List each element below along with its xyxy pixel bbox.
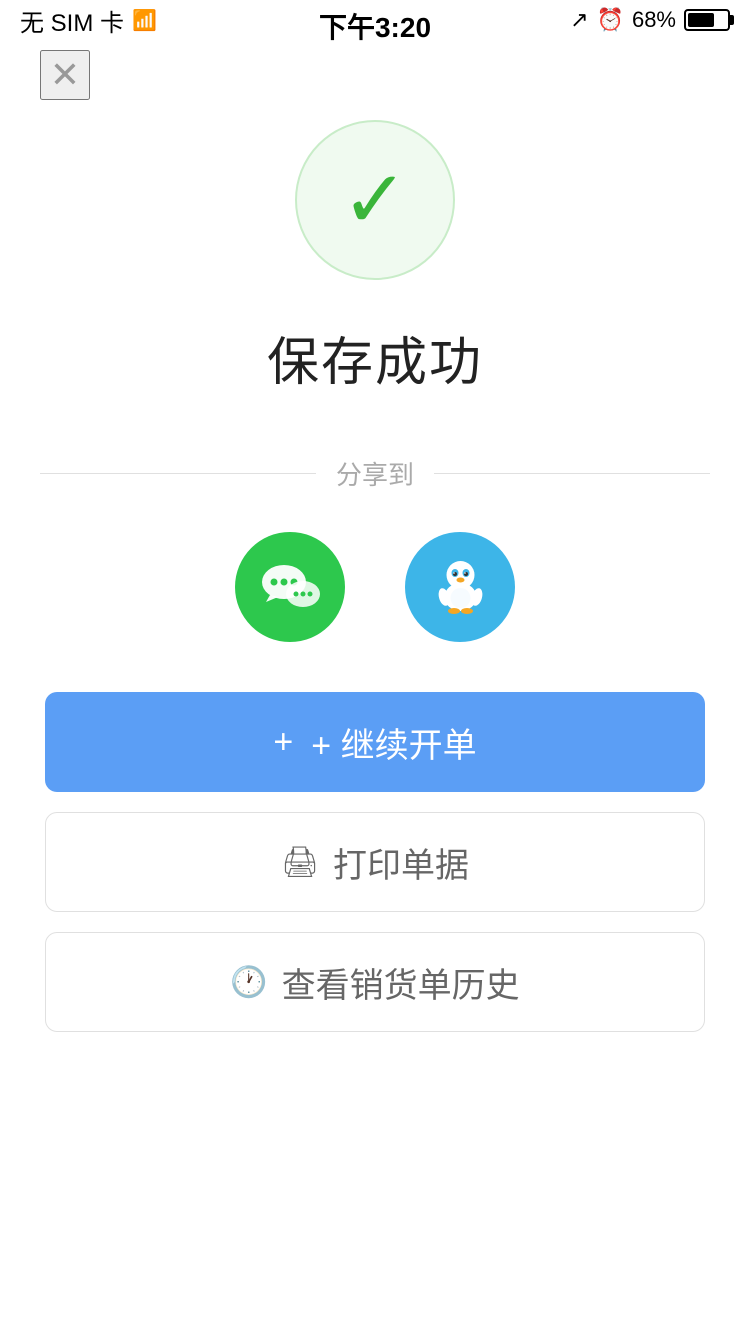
share-label: 分享到	[336, 455, 414, 492]
share-divider-row: 分享到	[40, 455, 710, 492]
continue-label: + 继续开单	[311, 718, 476, 767]
print-button[interactable]: 🖨 打印单据	[45, 812, 705, 912]
history-button[interactable]: 🕐 查看销货单历史	[45, 932, 705, 1032]
status-right: ↗ ⏰ 68%	[570, 7, 730, 33]
action-buttons: + + 继续开单 🖨 打印单据 🕐 查看销货单历史	[45, 692, 705, 1032]
continue-button[interactable]: + + 继续开单	[45, 692, 705, 792]
status-left: 无 SIM 卡 📶	[20, 3, 157, 38]
close-button[interactable]: ✕	[40, 50, 90, 100]
wechat-share-button[interactable]	[235, 532, 345, 642]
success-circle: ✓	[295, 120, 455, 280]
share-divider-right	[434, 473, 710, 474]
alarm-icon: ⏰	[597, 7, 624, 33]
print-label: 打印单据	[333, 838, 469, 887]
location-icon: ↗	[570, 7, 588, 33]
status-time: 下午3:20	[319, 6, 431, 46]
battery-icon	[684, 9, 730, 31]
qq-share-button[interactable]	[405, 532, 515, 642]
sim-status: 无 SIM 卡	[20, 3, 124, 38]
share-divider-left	[40, 473, 316, 474]
share-icons-row	[40, 532, 710, 642]
main-content: ✓ 保存成功 分享到	[0, 40, 750, 1032]
battery-percent: 68%	[632, 7, 676, 33]
plus-icon: +	[273, 723, 293, 762]
close-icon: ✕	[50, 57, 80, 93]
share-section: 分享到	[0, 455, 750, 642]
status-bar: 无 SIM 卡 📶 下午3:20 ↗ ⏰ 68%	[0, 0, 750, 40]
history-label: 查看销货单历史	[282, 958, 520, 1007]
history-icon: 🕐	[230, 965, 267, 1000]
wechat-icon	[258, 560, 323, 615]
wifi-icon: 📶	[132, 8, 157, 33]
checkmark-icon: ✓	[341, 160, 408, 240]
qq-icon	[433, 557, 488, 617]
print-icon: 🖨	[281, 845, 319, 880]
success-title: 保存成功	[267, 320, 483, 395]
